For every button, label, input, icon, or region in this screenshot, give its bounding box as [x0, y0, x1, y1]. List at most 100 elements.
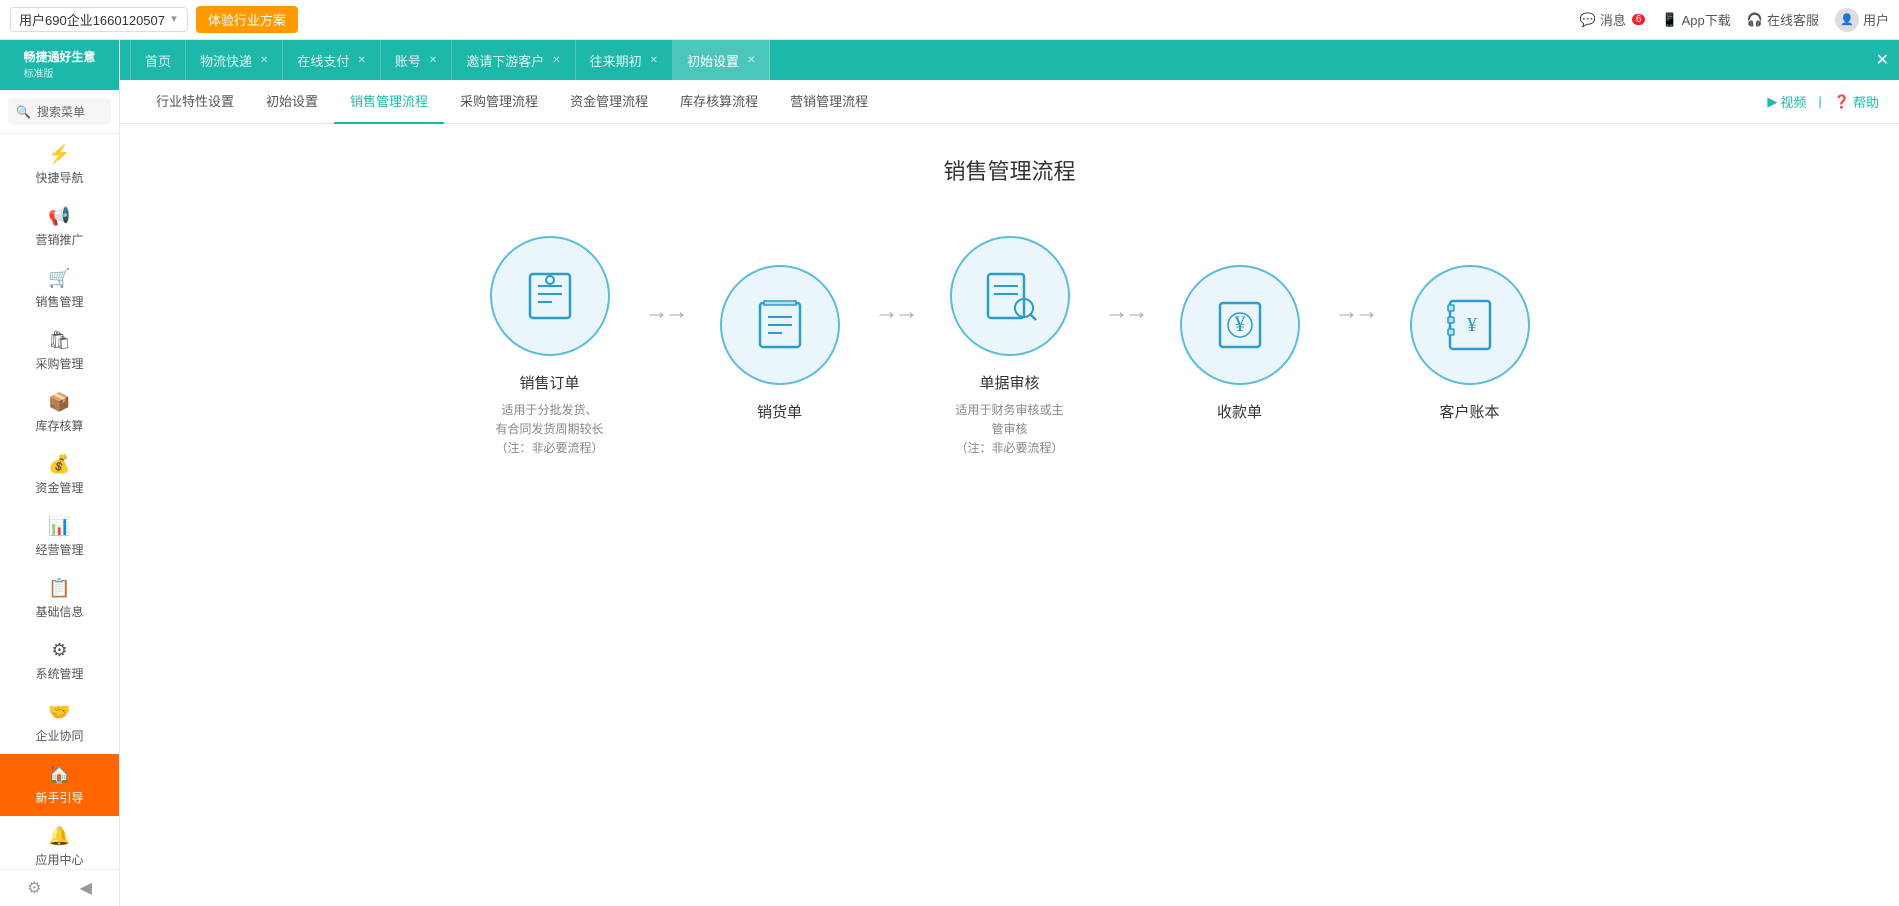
help-button[interactable]: ❓ 帮助 — [1834, 92, 1879, 111]
tab-payment[interactable]: 在线支付 ✕ — [283, 40, 380, 80]
video-help-button[interactable]: ▶ 视频 — [1767, 92, 1806, 111]
sub-tab-sales-flow[interactable]: 销售管理流程 — [334, 80, 444, 124]
tab-period-close[interactable]: ✕ — [650, 55, 658, 66]
tab-home-label: 首页 — [145, 51, 171, 70]
tab-period[interactable]: 往来期初 ✕ — [576, 40, 673, 80]
sidebar-logo: 畅捷通好生意 标准版 — [0, 40, 119, 90]
video-label: 视频 — [1780, 92, 1806, 111]
user-name-label: 用户 — [1863, 10, 1889, 29]
flow-step-sales-order: 销售订单 适用于分批发货、有合同发货周期较长（注：非必要流程） — [460, 236, 640, 459]
customer-account-name: 客户账本 — [1439, 401, 1499, 422]
customer-account-circle: ¥ — [1410, 265, 1530, 385]
marketing-icon: 📢 — [48, 206, 70, 227]
search-menu-button[interactable]: 🔍 搜索菜单 — [8, 98, 111, 125]
sub-tab-industry[interactable]: 行业特性设置 — [140, 80, 250, 124]
sidebar-item-app-center[interactable]: 🔔 应用中心 — [0, 816, 119, 869]
tab-account[interactable]: 账号 ✕ — [381, 40, 452, 80]
logo-main-text: 畅捷通好生意 — [23, 50, 95, 66]
help-icon: ❓ — [1834, 94, 1850, 110]
new-guide-icon: 🏠 — [48, 764, 70, 785]
sidebar-item-quick-nav[interactable]: ⚡ 快捷导航 — [0, 134, 119, 196]
sidebar-item-new-guide[interactable]: 🏠 新手引导 — [0, 754, 119, 816]
tab-period-label: 往来期初 — [590, 51, 642, 70]
sub-tab-industry-label: 行业特性设置 — [156, 91, 234, 110]
flow-arrow-3: →→ — [1105, 298, 1145, 326]
doc-review-name: 单据审核 — [979, 372, 1039, 393]
tab-init[interactable]: 初始设置 ✕ — [673, 40, 770, 80]
delivery-order-name: 销货单 — [757, 401, 802, 422]
flow-content: 销售管理流程 销售订单 — [120, 124, 1899, 906]
top-bar: 用户690企业1660120507 ▼ 体验行业方案 💬 消息 6 📱 App下… — [0, 0, 1899, 40]
tab-payment-label: 在线支付 — [297, 51, 349, 70]
delivery-order-circle — [720, 265, 840, 385]
sub-tab-init-settings-label: 初始设置 — [266, 91, 318, 110]
tab-invite-close[interactable]: ✕ — [552, 55, 560, 66]
collapse-sidebar-button[interactable]: ◀ — [80, 878, 92, 898]
divider: | — [1818, 94, 1821, 109]
chevron-down-icon: ▼ — [169, 14, 179, 25]
headset-icon: 🎧 — [1747, 12, 1763, 28]
sidebar-footer: ⚙ ◀ — [0, 869, 119, 906]
tab-invite-label: 邀请下游客户 — [466, 51, 544, 70]
operation-icon: 📊 — [48, 516, 70, 537]
sidebar-item-operation[interactable]: 📊 经营管理 — [0, 506, 119, 568]
app-center-icon: 🔔 — [48, 826, 70, 847]
tab-account-close[interactable]: ✕ — [429, 55, 437, 66]
sub-tab-init-settings[interactable]: 初始设置 — [250, 80, 334, 124]
message-item[interactable]: 💬 消息 6 — [1580, 10, 1646, 29]
sidebar-item-system[interactable]: ⚙ 系统管理 — [0, 630, 119, 692]
flow-step-doc-review: 单据审核 适用于财务审核或主管审核（注：非必要流程） — [920, 236, 1100, 459]
flow-step-delivery-order: 销货单 — [690, 265, 870, 430]
tab-init-label: 初始设置 — [687, 51, 739, 70]
sub-tab-inventory-flow[interactable]: 库存核算流程 — [664, 80, 774, 124]
tab-invite[interactable]: 邀请下游客户 ✕ — [452, 40, 575, 80]
tab-home[interactable]: 首页 — [130, 40, 186, 80]
sidebar-item-label: 企业协同 — [35, 727, 83, 744]
inventory-icon: 📦 — [48, 392, 70, 413]
sidebar-item-sales[interactable]: 🛒 销售管理 — [0, 258, 119, 320]
sidebar-item-basic[interactable]: 📋 基础信息 — [0, 568, 119, 630]
tab-init-close[interactable]: ✕ — [747, 55, 755, 66]
trial-button[interactable]: 体验行业方案 — [196, 6, 298, 33]
top-bar-right: 💬 消息 6 📱 App下载 🎧 在线客服 👤 用户 — [1580, 8, 1889, 32]
settings-footer-button[interactable]: ⚙ — [27, 878, 41, 898]
doc-review-circle — [950, 236, 1070, 356]
message-icon: 💬 — [1580, 12, 1596, 28]
tab-logistics[interactable]: 物流快递 ✕ — [186, 40, 283, 80]
app-download-label: App下载 — [1682, 10, 1731, 29]
user-selector[interactable]: 用户690企业1660120507 ▼ — [10, 7, 188, 32]
sidebar-items: ⚡ 快捷导航 📢 营销推广 🛒 销售管理 🛍 采购管理 📦 库存核算 💰 — [0, 134, 119, 869]
sidebar-item-label: 快捷导航 — [35, 169, 83, 186]
doc-review-desc: 适用于财务审核或主管审核（注：非必要流程） — [955, 401, 1063, 459]
sidebar-item-purchase[interactable]: 🛍 采购管理 — [0, 320, 119, 382]
sidebar-item-label: 采购管理 — [35, 355, 83, 372]
tab-logistics-close[interactable]: ✕ — [260, 55, 268, 66]
sales-order-desc: 适用于分批发货、有合同发货周期较长（注：非必要流程） — [495, 401, 603, 459]
app-download-item[interactable]: 📱 App下载 — [1661, 10, 1730, 29]
online-service-item[interactable]: 🎧 在线客服 — [1747, 10, 1819, 29]
svg-text:¥: ¥ — [1467, 314, 1477, 336]
flow-step-customer-account: ¥ 客户账本 — [1380, 265, 1560, 430]
tab-account-label: 账号 — [395, 51, 421, 70]
sub-tab-purchase-flow[interactable]: 采购管理流程 — [444, 80, 554, 124]
help-label: 帮助 — [1853, 92, 1879, 111]
close-all-tabs-button[interactable]: ✕ — [1876, 50, 1889, 70]
user-avatar-item[interactable]: 👤 用户 — [1835, 8, 1889, 32]
sidebar-item-enterprise-coop[interactable]: 🤝 企业协同 — [0, 692, 119, 754]
sidebar-item-inventory[interactable]: 📦 库存核算 — [0, 382, 119, 444]
sidebar-search: 🔍 搜索菜单 — [0, 90, 119, 134]
sub-tab-marketing-flow[interactable]: 营销管理流程 — [774, 80, 884, 124]
sidebar-item-finance[interactable]: 💰 资金管理 — [0, 444, 119, 506]
search-icon: 🔍 — [16, 105, 31, 119]
message-badge: 6 — [1632, 14, 1646, 25]
sub-tabs: 行业特性设置 初始设置 销售管理流程 采购管理流程 资金管理流程 — [120, 80, 1899, 124]
sidebar: 畅捷通好生意 标准版 🔍 搜索菜单 ⚡ 快捷导航 📢 营销推广 🛒 销售管理 — [0, 40, 120, 906]
sales-icon: 🛒 — [48, 268, 70, 289]
sub-tab-finance-flow-label: 资金管理流程 — [570, 91, 648, 110]
receipt-circle: ¥ — [1180, 265, 1300, 385]
sidebar-item-label: 系统管理 — [35, 665, 83, 682]
sub-tab-finance-flow[interactable]: 资金管理流程 — [554, 80, 664, 124]
sales-order-name: 销售订单 — [519, 372, 579, 393]
tab-payment-close[interactable]: ✕ — [357, 55, 365, 66]
sidebar-item-marketing[interactable]: 📢 营销推广 — [0, 196, 119, 258]
